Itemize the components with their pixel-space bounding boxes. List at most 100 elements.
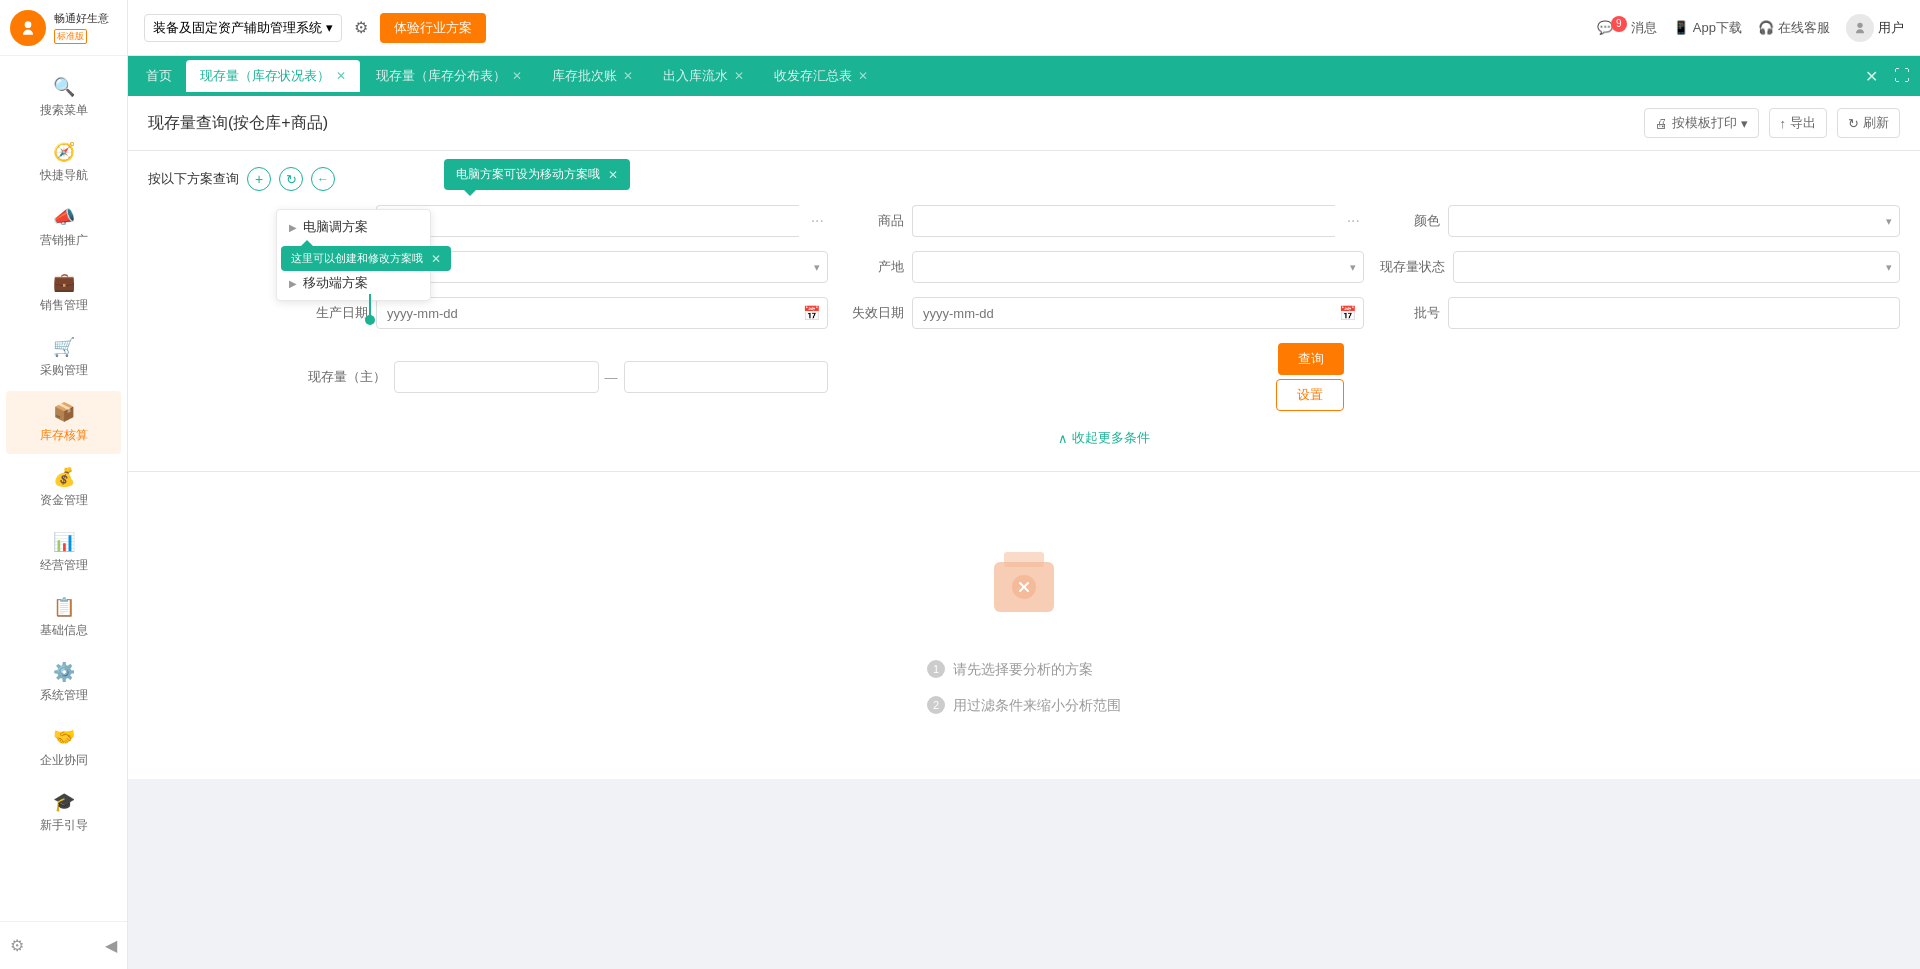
refresh-button[interactable]: ↻ 刷新 xyxy=(1837,108,1900,138)
sidebar-item-finance-label: 资金管理 xyxy=(40,492,88,509)
sidebar-item-collab[interactable]: 🤝 企业协同 xyxy=(6,716,121,779)
production-date-input[interactable] xyxy=(376,297,828,329)
sidebar-item-quicknav[interactable]: 🧭 快捷导航 xyxy=(6,131,121,194)
export-button[interactable]: ↑ 导出 xyxy=(1769,108,1828,138)
filter-origin: 产地 ▾ xyxy=(844,251,1364,283)
scheme-item-desktop[interactable]: ▶ 电脑调方案 xyxy=(277,210,430,244)
setting-button[interactable]: 设置 xyxy=(1276,379,1344,411)
filter-rows: 仓库 ··· 商品 ··· 颜色 xyxy=(308,205,1900,455)
collapse-filter-button[interactable]: ∧ 收起更多条件 xyxy=(308,421,1900,455)
stock-qty-min-input[interactable] xyxy=(394,361,599,393)
sidebar-item-basic-label: 基础信息 xyxy=(40,622,88,639)
sales-icon: 💼 xyxy=(53,271,75,293)
page-header: 现存量查询(按仓库+商品) 🖨 按模板打印 ▾ ↑ 导出 ↻ 刷新 xyxy=(128,96,1920,151)
empty-hint-1: 1 请先选择要分析的方案 xyxy=(927,655,1121,683)
scheme-tooltip-close[interactable]: ✕ xyxy=(608,168,618,182)
sidebar-logo: 畅通好生意 标准版 xyxy=(0,0,127,56)
batch-label: 批号 xyxy=(1380,304,1440,322)
filter-stock-qty: 现存量（主） — xyxy=(308,343,828,411)
system-selector[interactable]: 装备及固定资产辅助管理系统 ▾ xyxy=(144,14,342,42)
sidebar-nav: 🔍 搜索菜单 🧭 快捷导航 📣 营销推广 💼 销售管理 🛒 采购管理 📦 库存核… xyxy=(0,56,127,921)
sidebar-item-sales[interactable]: 💼 销售管理 xyxy=(6,261,121,324)
svg-rect-3 xyxy=(1004,552,1044,567)
refresh-label: 刷新 xyxy=(1863,114,1889,132)
color-select[interactable] xyxy=(1448,205,1900,237)
warehouse-dots[interactable]: ··· xyxy=(807,212,828,230)
origin-select[interactable] xyxy=(912,251,1364,283)
tab-expand-icon[interactable]: ✕ xyxy=(1859,63,1884,90)
tabs-right: ✕ ⛶ xyxy=(1859,63,1916,90)
message-action[interactable]: 💬 9 消息 xyxy=(1597,19,1657,37)
filter-row-1: 仓库 ··· 商品 ··· 颜色 xyxy=(308,205,1900,237)
tab-inventory-status[interactable]: 现存量（库存状况表） ✕ xyxy=(186,60,360,92)
tab-warehouse-flow-close[interactable]: ✕ xyxy=(734,69,744,83)
collapse-sidebar-icon[interactable]: ◀ xyxy=(101,932,121,959)
header-left: 装备及固定资产辅助管理系统 ▾ ⚙ 体验行业方案 xyxy=(144,13,486,43)
tab-inventory-status-label: 现存量（库存状况表） xyxy=(200,67,330,85)
sidebar-item-inventory[interactable]: 📦 库存核算 xyxy=(6,391,121,454)
sidebar-item-search[interactable]: 🔍 搜索菜单 xyxy=(6,66,121,129)
filter-product: 商品 ··· xyxy=(844,205,1364,237)
tab-summary[interactable]: 收发存汇总表 ✕ xyxy=(760,60,882,92)
sidebar-item-system[interactable]: ⚙️ 系统管理 xyxy=(6,651,121,714)
collab-icon: 🤝 xyxy=(53,726,75,748)
scheme-item-mobile[interactable]: 这里可以创建和修改方案哦 ✕ ▶ 移动端方案 xyxy=(277,244,430,300)
user-action[interactable]: 用户 xyxy=(1846,14,1904,42)
expiry-date-input[interactable] xyxy=(912,297,1364,329)
stock-qty-label: 现存量（主） xyxy=(308,368,386,386)
tab-warehouse-flow[interactable]: 出入库流水 ✕ xyxy=(649,60,758,92)
range-separator: — xyxy=(605,370,618,385)
home-tab-label: 首页 xyxy=(146,67,172,85)
sidebar-item-sales-label: 销售管理 xyxy=(40,297,88,314)
scheme-tooltip2-text: 这里可以创建和修改方案哦 xyxy=(291,251,423,266)
warehouse-input[interactable] xyxy=(376,205,799,237)
sidebar-item-finance[interactable]: 💰 资金管理 xyxy=(6,456,121,519)
collapse-filter-label: 收起更多条件 xyxy=(1072,429,1150,447)
refresh-scheme-button[interactable]: ↻ xyxy=(279,167,303,191)
sidebar-item-operations[interactable]: 📊 经营管理 xyxy=(6,521,121,584)
sidebar-item-search-label: 搜索菜单 xyxy=(40,102,88,119)
scheme-tooltip2-close[interactable]: ✕ xyxy=(431,252,441,266)
settings-icon[interactable]: ⚙ xyxy=(6,932,28,959)
sidebar-item-guide[interactable]: 🎓 新手引导 xyxy=(6,781,121,844)
tab-inventory-status-close[interactable]: ✕ xyxy=(336,69,346,83)
tab-inventory-dist[interactable]: 现存量（库存分布表） ✕ xyxy=(362,60,536,92)
quicknav-icon: 🧭 xyxy=(53,141,75,163)
print-button[interactable]: 🖨 按模板打印 ▾ xyxy=(1644,108,1759,138)
stock-status-select[interactable] xyxy=(1453,251,1900,283)
scheme-arrow-icon: ▶ xyxy=(289,222,297,233)
online-support-action[interactable]: 🎧 在线客服 xyxy=(1758,19,1830,37)
stock-qty-range: — xyxy=(394,361,828,393)
search-button[interactable]: 查询 xyxy=(1278,343,1344,375)
sidebar-item-purchase[interactable]: 🛒 采购管理 xyxy=(6,326,121,389)
batch-input[interactable] xyxy=(1448,297,1900,329)
app-download-action[interactable]: 📱 App下载 xyxy=(1673,19,1742,37)
product-label: 商品 xyxy=(844,212,904,230)
logo-badge: 标准版 xyxy=(54,29,87,44)
tab-inventory-batch-close[interactable]: ✕ xyxy=(623,69,633,83)
production-date-wrap: 📅 xyxy=(376,297,828,329)
filter-production-date: 生产日期 📅 xyxy=(308,297,828,329)
empty-hint-2-text: 用过滤条件来缩小分析范围 xyxy=(953,691,1121,719)
trial-button[interactable]: 体验行业方案 xyxy=(380,13,486,43)
marketing-icon: 📣 xyxy=(53,206,75,228)
add-scheme-button[interactable]: + xyxy=(247,167,271,191)
settings-icon[interactable]: ⚙ xyxy=(354,18,368,37)
tab-fullscreen-icon[interactable]: ⛶ xyxy=(1888,63,1916,89)
product-input[interactable] xyxy=(912,205,1335,237)
tab-summary-close[interactable]: ✕ xyxy=(858,69,868,83)
sidebar-item-operations-label: 经营管理 xyxy=(40,557,88,574)
product-dots[interactable]: ··· xyxy=(1343,212,1364,230)
production-date-label: 生产日期 xyxy=(308,304,368,322)
back-scheme-button[interactable]: ← xyxy=(311,167,335,191)
tab-inventory-dist-close[interactable]: ✕ xyxy=(512,69,522,83)
stock-qty-max-input[interactable] xyxy=(624,361,829,393)
empty-hint-1-text: 请先选择要分析的方案 xyxy=(953,655,1093,683)
logo-text: 畅通好生意 xyxy=(54,11,109,26)
tabs-bar: 首页 现存量（库存状况表） ✕ 现存量（库存分布表） ✕ 库存批次账 ✕ 出入库… xyxy=(128,56,1920,96)
tab-inventory-batch[interactable]: 库存批次账 ✕ xyxy=(538,60,647,92)
tab-home[interactable]: 首页 xyxy=(132,60,186,92)
sidebar-item-basic[interactable]: 📋 基础信息 xyxy=(6,586,121,649)
sidebar-item-marketing[interactable]: 📣 营销推广 xyxy=(6,196,121,259)
svg-point-1 xyxy=(1857,22,1862,27)
